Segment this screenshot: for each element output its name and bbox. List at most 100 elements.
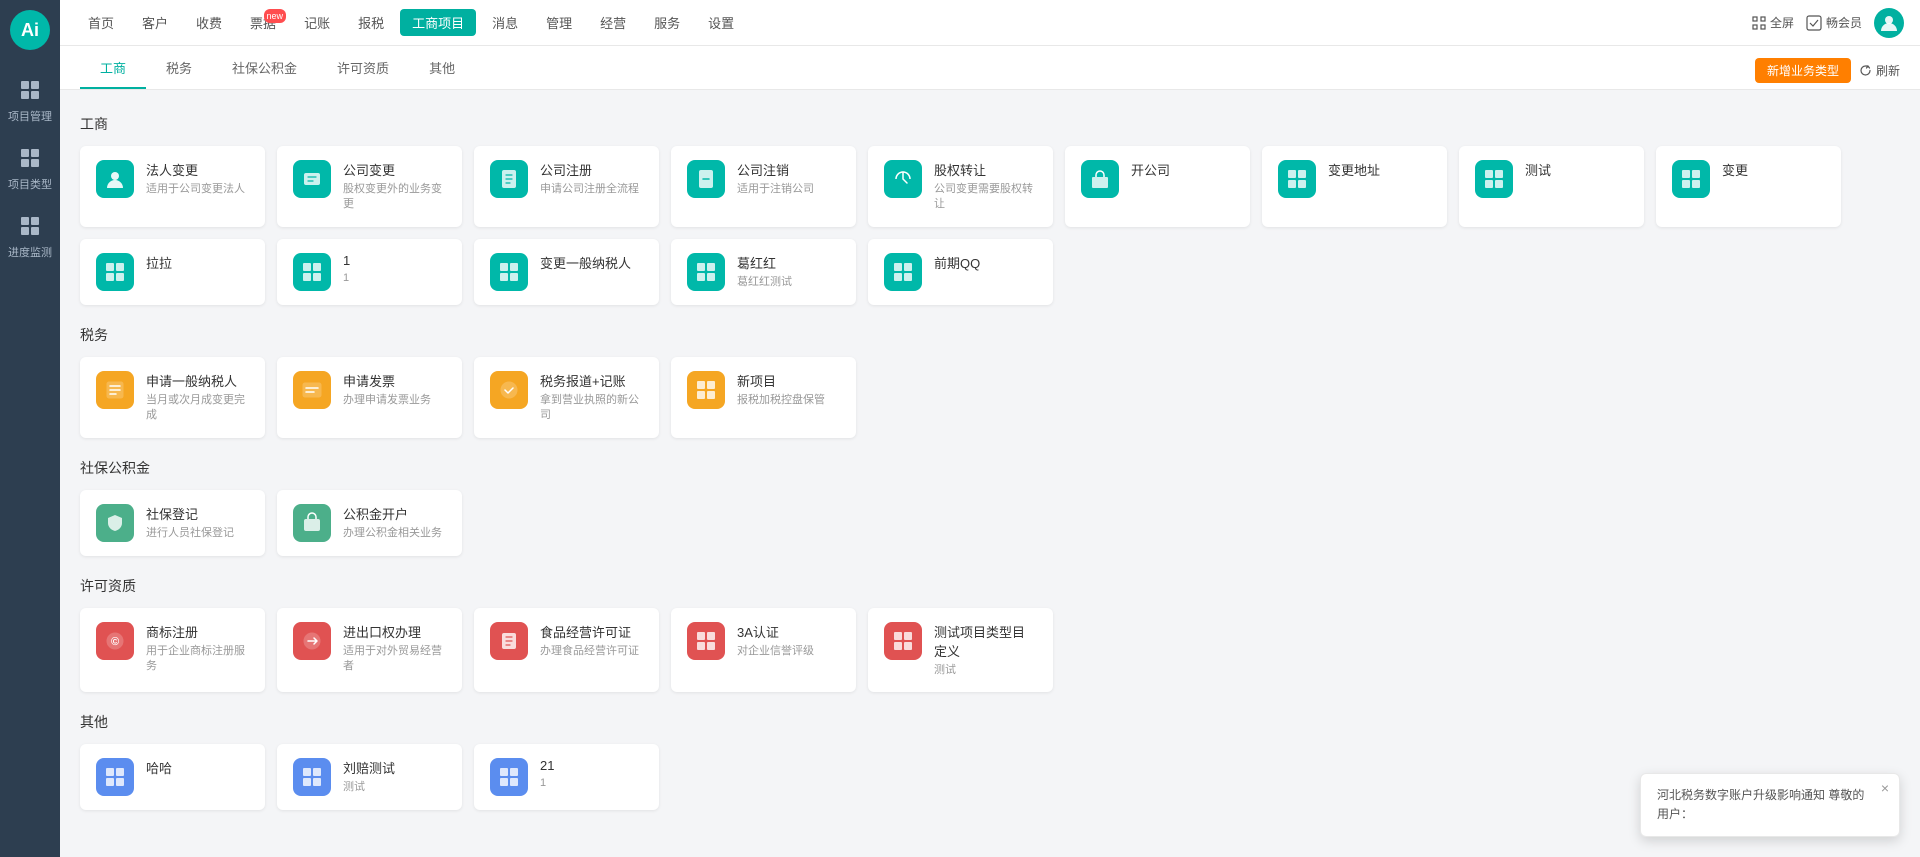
- tab-bar: 工商 税务 社保公积金 许可资质 其他 新增业务类型 刷新: [60, 46, 1920, 90]
- app-logo[interactable]: Ai: [10, 10, 50, 50]
- nav-settings[interactable]: 设置: [696, 9, 746, 36]
- card-title-liupei: 刘赔测试: [343, 758, 446, 777]
- card-title-fa-ren: 法人变更: [146, 160, 249, 179]
- card-she-bao-deng-ji[interactable]: 社保登记 进行人员社保登记: [80, 490, 265, 556]
- card-jin-chu-kou[interactable]: 进出口权办理 适用于对外贸易经营者: [277, 608, 462, 692]
- card-content-fa-ren: 法人变更 适用于公司变更法人: [146, 160, 249, 197]
- card-shang-biao[interactable]: © 商标注册 用于企业商标注册服务: [80, 608, 265, 692]
- notification-close-button[interactable]: ×: [1881, 780, 1889, 796]
- card-shen-qing-yi-ban[interactable]: 申请一般纳税人 当月或次月成变更完成: [80, 357, 265, 438]
- card-content-zhuxiao: 公司注销 适用于注销公司: [737, 160, 840, 197]
- card-one[interactable]: 1 1: [277, 239, 462, 305]
- tab-xuke[interactable]: 许可资质: [317, 48, 409, 89]
- nav-manage[interactable]: 管理: [534, 9, 584, 36]
- nav-message[interactable]: 消息: [480, 9, 530, 36]
- card-icon-3a: [687, 622, 725, 660]
- card-title-qianqiqq: 前期QQ: [934, 253, 1037, 272]
- nav-client[interactable]: 客户: [130, 9, 180, 36]
- card-xin-xiang-mu[interactable]: 新项目 报税加税控盘保管: [671, 357, 856, 438]
- card-title-shebao: 社保登记: [146, 504, 249, 523]
- card-icon-zhuce: [490, 160, 528, 198]
- notification-popup: × 河北税务数字账户升级影响通知 尊敬的用户：: [1640, 773, 1900, 837]
- card-content-lala: 拉拉: [146, 253, 249, 275]
- card-ce-shi[interactable]: 测试: [1459, 146, 1644, 227]
- card-shi-pin[interactable]: 食品经营许可证 办理食品经营许可证: [474, 608, 659, 692]
- shuiwu-cards-grid: 申请一般纳税人 当月或次月成变更完成 申请发票 办理申请发票业务: [80, 357, 1900, 438]
- card-ha-ha[interactable]: 哈哈: [80, 744, 265, 810]
- nav-operation[interactable]: 经营: [588, 9, 638, 36]
- card-icon-gs-biangeng: [293, 160, 331, 198]
- card-ge-hong-hong[interactable]: 葛红红 葛红红测试: [671, 239, 856, 305]
- card-shen-qing-fa-piao[interactable]: 申请发票 办理申请发票业务: [277, 357, 462, 438]
- nav-collect[interactable]: 收费: [184, 9, 234, 36]
- card-shui-wu-bao-dao[interactable]: 税务报道+记账 拿到营业执照的新公司: [474, 357, 659, 438]
- card-bian-geng-di-zhi[interactable]: 变更地址: [1262, 146, 1447, 227]
- sidebar-label-progress-monitor: 进度监测: [8, 244, 52, 260]
- nav-service[interactable]: 服务: [642, 9, 692, 36]
- card-title-lala: 拉拉: [146, 253, 249, 272]
- nav-ticket[interactable]: 票据 new: [238, 9, 288, 36]
- card-kai-gong-si[interactable]: 开公司: [1065, 146, 1250, 227]
- nav-tax[interactable]: 报税: [346, 9, 396, 36]
- card-liu-pei[interactable]: 刘赔测试 测试: [277, 744, 462, 810]
- card-title-gs-biangeng: 公司变更: [343, 160, 446, 179]
- add-type-button[interactable]: 新增业务类型: [1755, 58, 1851, 83]
- avatar[interactable]: [1874, 8, 1904, 38]
- card-gong-si-zhu-xiao[interactable]: 公司注销 适用于注销公司: [671, 146, 856, 227]
- card-content-yiban: 申请一般纳税人 当月或次月成变更完成: [146, 371, 249, 424]
- card-title-shipin: 食品经营许可证: [540, 622, 643, 641]
- card-bian-geng2[interactable]: 变更: [1656, 146, 1841, 227]
- card-content-shebao: 社保登记 进行人员社保登记: [146, 504, 249, 541]
- nav-bookkeep[interactable]: 记账: [292, 9, 342, 36]
- card-content-qianqiqq: 前期QQ: [934, 253, 1037, 275]
- card-content-shangbiao: 商标注册 用于企业商标注册服务: [146, 622, 249, 675]
- tab-other[interactable]: 其他: [409, 48, 475, 89]
- card-gong-ji-jin[interactable]: 公积金开户 办理公积金相关业务: [277, 490, 462, 556]
- section-title-shebao: 社保公积金: [80, 458, 1900, 478]
- svg-text:Ai: Ai: [21, 20, 39, 40]
- card-title-zhuce: 公司注册: [540, 160, 643, 179]
- card-gong-si-bian-geng[interactable]: 公司变更 股权变更外的业务变更: [277, 146, 462, 227]
- card-gu-quan[interactable]: 股权转让 公司变更需要股权转让: [868, 146, 1053, 227]
- card-content-haha: 哈哈: [146, 758, 249, 780]
- card-icon-yiban: [96, 371, 134, 409]
- card-icon-biangeng-yiban: [490, 253, 528, 291]
- card-fa-ren-bian-geng[interactable]: 法人变更 适用于公司变更法人: [80, 146, 265, 227]
- card-bian-geng-yi-ban[interactable]: 变更一般纳税人: [474, 239, 659, 305]
- project-type-icon: [16, 144, 44, 172]
- card-desc-yiban: 当月或次月成变更完成: [146, 393, 249, 424]
- card-ce-shi-xiang-mu[interactable]: 测试项目类型目定义 测试: [868, 608, 1053, 692]
- nav-home[interactable]: 首页: [76, 9, 126, 36]
- card-title-ceshi: 测试: [1525, 160, 1628, 179]
- card-qian-qi-qq[interactable]: 前期QQ: [868, 239, 1053, 305]
- card-content-shipin: 食品经营许可证 办理食品经营许可证: [540, 622, 643, 659]
- fullscreen-btn[interactable]: 全屏: [1752, 14, 1794, 31]
- card-icon-qianqiqq: [884, 253, 922, 291]
- card-icon-gehonghong: [687, 253, 725, 291]
- tab-gongshang[interactable]: 工商: [80, 48, 146, 89]
- card-icon-jinchuku: [293, 622, 331, 660]
- card-content-biangeng2: 变更: [1722, 160, 1825, 182]
- member-btn[interactable]: 畅会员: [1806, 14, 1862, 31]
- member-icon: [1806, 15, 1822, 31]
- sidebar-item-project-type[interactable]: 项目类型: [0, 134, 60, 202]
- card-gong-si-zhu-ce[interactable]: 公司注册 申请公司注册全流程: [474, 146, 659, 227]
- section-title-shuiwu: 税务: [80, 325, 1900, 345]
- xuke-cards-grid: © 商标注册 用于企业商标注册服务 进出口权办理 适用于对外贸易经营者: [80, 608, 1900, 692]
- nav-industry[interactable]: 工商项目: [400, 9, 476, 36]
- card-content-ceshi-xiangmu: 测试项目类型目定义 测试: [934, 622, 1037, 678]
- content-area: 工商 法人变更 适用于公司变更法人 公司变更: [60, 90, 1920, 857]
- tab-shuiwu[interactable]: 税务: [146, 48, 212, 89]
- tab-shebao[interactable]: 社保公积金: [212, 48, 317, 89]
- card-twenty-one[interactable]: 21 1: [474, 744, 659, 810]
- card-icon-xinxiangmu: [687, 371, 725, 409]
- sidebar-item-progress-monitor[interactable]: 进度监测: [0, 202, 60, 270]
- card-desc-gehonghong: 葛红红测试: [737, 275, 840, 290]
- sidebar-item-project-manage[interactable]: 项目管理: [0, 66, 60, 134]
- card-title-xinxiangmu: 新项目: [737, 371, 840, 390]
- card-content-liupei: 刘赔测试 测试: [343, 758, 446, 795]
- refresh-button[interactable]: 刷新: [1859, 62, 1900, 79]
- card-la-la[interactable]: 拉拉: [80, 239, 265, 305]
- refresh-icon: [1859, 64, 1872, 77]
- card-3a-ren-zheng[interactable]: 3A认证 对企业信誉评级: [671, 608, 856, 692]
